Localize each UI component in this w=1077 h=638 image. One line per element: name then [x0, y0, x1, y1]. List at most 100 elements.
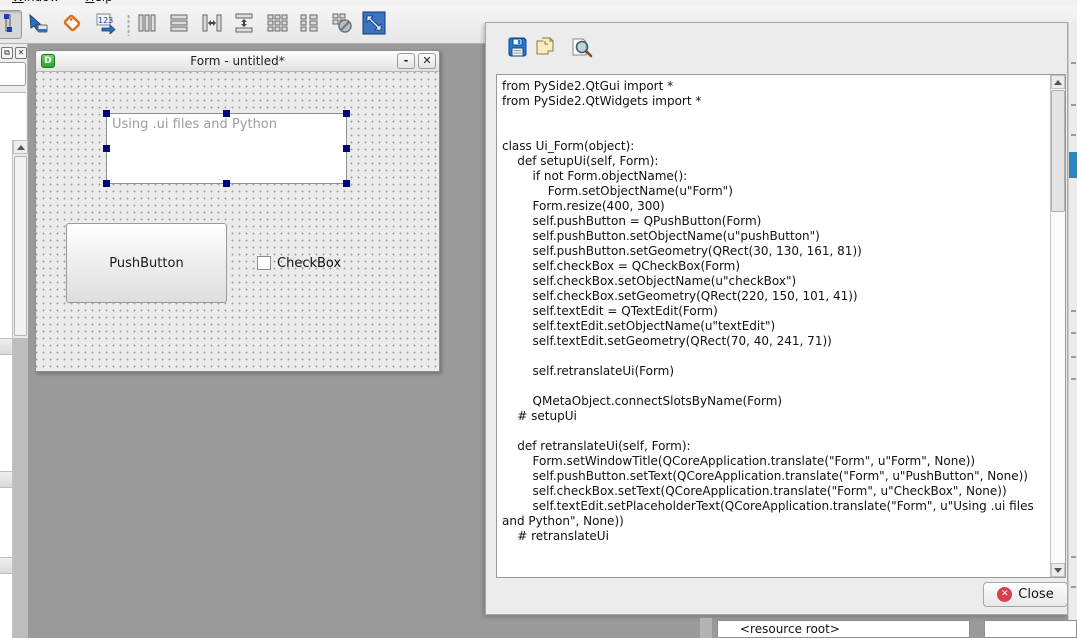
code-line: self.textEdit.setGeometry(QRect(70, 40, …	[502, 334, 1047, 349]
edit-buddies-button[interactable]	[57, 10, 86, 39]
layout-horizontally-button[interactable]	[132, 10, 161, 39]
toolbar-separator	[127, 14, 130, 36]
code-line: Form.setObjectName(u"Form")	[502, 184, 1047, 199]
layout-form-icon	[298, 12, 320, 38]
selection-handle-e[interactable]	[343, 145, 350, 152]
edit-widgets-icon	[0, 12, 19, 38]
tree-item-dash	[1071, 104, 1076, 106]
scrollbar-thumb[interactable]	[1051, 90, 1065, 212]
code-line: and Python", None))	[502, 514, 1047, 529]
resource-panel-box[interactable]	[984, 620, 1077, 638]
qt-designer-screen: Window Help 123	[0, 0, 1077, 638]
adjust-size-button[interactable]	[359, 10, 388, 39]
form-minimize-button[interactable]: -	[397, 53, 415, 69]
save-button[interactable]	[504, 36, 530, 62]
tree-item-dash	[1071, 378, 1076, 380]
code-line: from PySide2.QtGui import *	[502, 79, 1047, 94]
layout-vertically-button[interactable]	[164, 10, 193, 39]
code-vertical-scrollbar[interactable]	[1050, 75, 1065, 577]
layout-vertical-splitter-button[interactable]	[229, 10, 258, 39]
selection-handle-n[interactable]	[223, 110, 230, 117]
code-line: Form.setWindowTitle(QCoreApplication.tra…	[502, 454, 1047, 469]
tree-item-dash	[1071, 332, 1076, 334]
scrollbar-track[interactable]	[13, 338, 28, 638]
textedit-placeholder: Using .ui files and Python	[112, 117, 277, 132]
layout-horizontally-icon	[136, 12, 158, 38]
code-line: def retranslateUi(self, Form):	[502, 439, 1047, 454]
code-line: self.textEdit = QTextEdit(Form)	[502, 304, 1047, 319]
dock-float-icon[interactable]: ⧉	[1, 47, 13, 59]
code-line: if not Form.objectName():	[502, 169, 1047, 184]
widget-box-panel: ⧉ ✕	[0, 44, 28, 638]
scroll-up-icon[interactable]	[1051, 75, 1065, 89]
tree-item-dash	[1071, 134, 1076, 136]
code-line: class Ui_Form(object):	[502, 139, 1047, 154]
break-layout-icon	[331, 12, 353, 38]
code-line: self.retranslateUi(Form)	[502, 364, 1047, 379]
code-line: self.checkBox.setText(QCoreApplication.t…	[502, 484, 1047, 499]
edit-signals-slots-button[interactable]	[23, 10, 52, 39]
find-button[interactable]	[568, 36, 594, 62]
form-canvas[interactable]: Using .ui files and Python PushButton Ch…	[36, 72, 439, 371]
copy-icon	[534, 37, 556, 62]
code-line	[502, 424, 1047, 439]
code-line: # retranslateUi	[502, 529, 1047, 544]
code-line: self.checkBox.setObjectName(u"checkBox")	[502, 274, 1047, 289]
menu-help[interactable]: Help	[85, 0, 112, 4]
scrollbar-thumb[interactable]	[14, 156, 27, 336]
edit-tab-order-button[interactable]: 123	[91, 10, 120, 39]
right-clipped-panel	[1068, 22, 1077, 638]
scroll-up-icon[interactable]	[13, 140, 28, 154]
close-button[interactable]: ✕ Close	[983, 582, 1068, 607]
tree-selected-item[interactable]	[1069, 152, 1077, 178]
copy-button[interactable]	[532, 36, 558, 62]
layout-horizontal-splitter-button[interactable]	[197, 10, 226, 39]
widget-filter-input[interactable]	[0, 62, 26, 86]
checkbox-widget[interactable]: CheckBox	[256, 243, 357, 284]
tree-item-dash	[1071, 556, 1076, 558]
code-line: Form.resize(400, 300)	[502, 199, 1047, 214]
code-preview-dialog: from PySide2.QtGui import *from PySide2.…	[485, 22, 1068, 615]
code-line: self.textEdit.setObjectName(u"textEdit")	[502, 319, 1047, 334]
selection-handle-sw[interactable]	[103, 180, 110, 187]
code-line: self.pushButton.setObjectName(u"pushButt…	[502, 229, 1047, 244]
code-line: self.pushButton.setGeometry(QRect(30, 13…	[502, 244, 1047, 259]
selection-handle-nw[interactable]	[103, 110, 110, 117]
menu-window[interactable]: Window	[12, 0, 59, 4]
close-red-icon: ✕	[997, 587, 1012, 602]
code-text-area[interactable]: from PySide2.QtGui import *from PySide2.…	[496, 74, 1066, 578]
edit-widgets-button[interactable]	[0, 10, 22, 39]
scroll-down-icon[interactable]	[1051, 563, 1065, 577]
edit-tab-order-icon: 123	[95, 12, 117, 38]
find-icon	[570, 37, 593, 62]
edit-buddies-icon	[61, 12, 83, 38]
selection-handle-s[interactable]	[223, 180, 230, 187]
pushbutton-label: PushButton	[109, 256, 183, 271]
code-line	[502, 349, 1047, 364]
textedit-widget[interactable]: Using .ui files and Python	[106, 113, 347, 184]
code-line: def setupUi(self, Form):	[502, 154, 1047, 169]
layout-form-button[interactable]	[294, 10, 323, 39]
code-line: # setupUi	[502, 409, 1047, 424]
dock-close-icon[interactable]: ✕	[15, 47, 27, 59]
checkbox-indicator[interactable]	[257, 256, 271, 270]
code-line: self.checkBox.setGeometry(QRect(220, 150…	[502, 289, 1047, 304]
selection-handle-ne[interactable]	[343, 110, 350, 117]
selection-handle-se[interactable]	[343, 180, 350, 187]
pushbutton-widget[interactable]: PushButton	[66, 223, 227, 303]
layout-horizontal-splitter-icon	[201, 12, 223, 38]
widget-box-scrollbar[interactable]	[12, 140, 28, 638]
layout-grid-button[interactable]	[262, 10, 291, 39]
form-close-button[interactable]: ✕	[418, 53, 436, 69]
form-window-titlebar[interactable]: D Form - untitled* - ✕	[36, 51, 439, 72]
code-line: QMetaObject.connectSlotsByName(Form)	[502, 394, 1047, 409]
selection-handle-w[interactable]	[103, 145, 110, 152]
break-layout-button[interactable]	[327, 10, 356, 39]
code-line	[502, 109, 1047, 124]
resource-root-item[interactable]: <resource root>	[717, 620, 970, 638]
svg-text:123: 123	[98, 16, 113, 25]
code-line: self.pushButton.setText(QCoreApplication…	[502, 469, 1047, 484]
splitter-handle[interactable]	[700, 618, 712, 638]
code-lines: from PySide2.QtGui import *from PySide2.…	[502, 79, 1047, 544]
layout-vertical-splitter-icon	[233, 12, 255, 38]
